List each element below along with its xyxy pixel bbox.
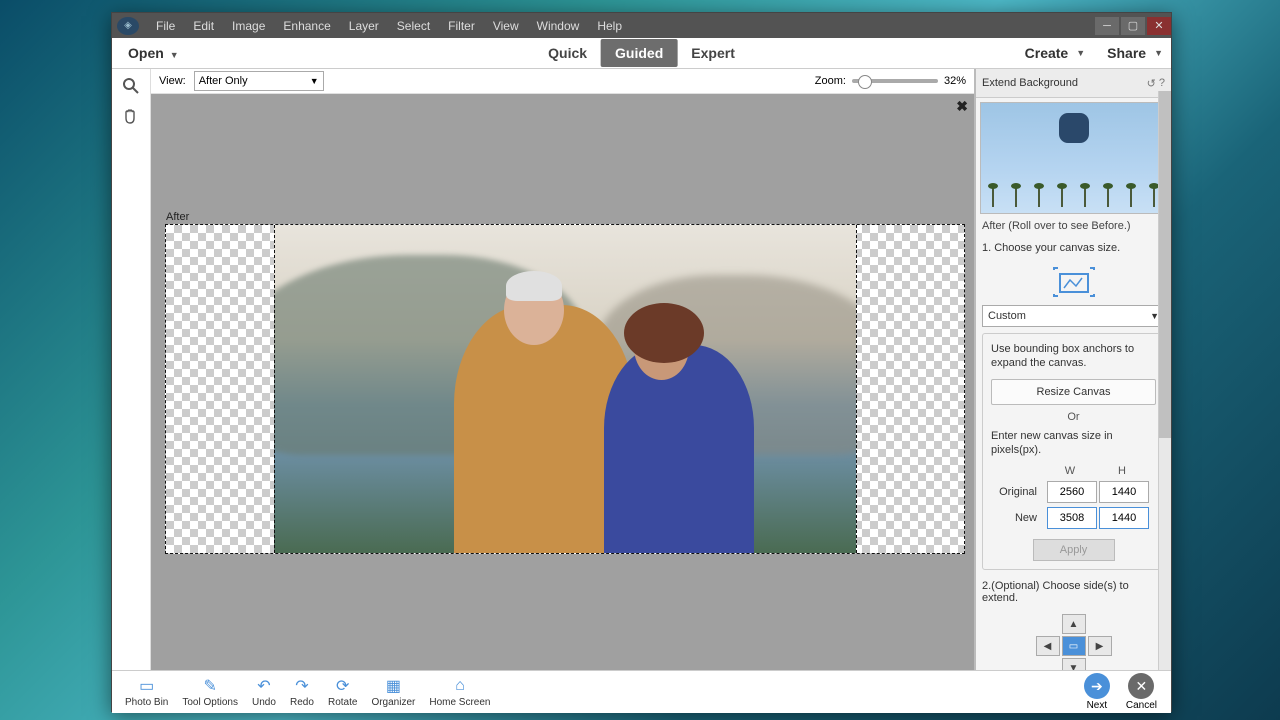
mode-bar: Open▼ Quick Guided Expert Create ▼ Share ▼ [112,38,1171,69]
menu-bar: File Edit Image Enhance Layer Select Fil… [147,15,631,37]
tool-strip [112,69,151,670]
menu-enhance[interactable]: Enhance [274,15,339,37]
new-label: New [991,512,1041,524]
extend-up-button[interactable]: ▲ [1062,614,1086,634]
panel-scrollbar[interactable] [1158,91,1171,670]
close-window-button[interactable]: ✕ [1147,17,1171,35]
mode-guided[interactable]: Guided [601,39,677,67]
extend-left-button[interactable]: ◀ [1036,636,1060,656]
zoom-value: 32% [944,75,966,87]
help-icon[interactable]: ? [1159,77,1165,90]
new-width-input[interactable] [1047,507,1097,529]
or-label: Or [991,411,1156,423]
original-left-edge [274,225,275,553]
resize-panel: Use bounding box anchors to expand the c… [982,333,1165,570]
menu-window[interactable]: Window [528,15,589,37]
original-label: Original [991,486,1041,498]
center-area: View: After Only▼ Zoom: 32% ✖ After [151,69,974,670]
photo-bin-button[interactable]: ▭Photo Bin [118,676,175,708]
new-height-input[interactable] [1099,507,1149,529]
width-header: W [1047,465,1093,477]
app-logo-icon: ◈ [117,17,139,35]
redo-button[interactable]: ↷Redo [283,676,321,708]
zoom-slider[interactable] [852,79,938,83]
organizer-icon: ▦ [381,676,405,696]
canvas-size-icon [1051,264,1096,299]
share-menu[interactable]: Share [1107,45,1146,61]
menu-layer[interactable]: Layer [340,15,388,37]
app-window: ◈ File Edit Image Enhance Layer Select F… [111,12,1172,712]
zoom-label: Zoom: [815,75,846,87]
slider-thumb[interactable] [858,75,872,89]
extend-center-button[interactable]: ▭ [1062,636,1086,656]
view-label: View: [159,75,186,87]
photo-bin-icon: ▭ [135,676,159,696]
undo-button[interactable]: ↶Undo [245,676,283,708]
menu-edit[interactable]: Edit [184,15,223,37]
height-header: H [1099,465,1145,477]
panel-title: Extend Background [982,77,1078,89]
step1-label: 1. Choose your canvas size. [976,238,1171,258]
chevron-down-icon: ▼ [1076,48,1085,58]
zoom-tool-icon[interactable] [120,75,142,97]
undo-icon: ↶ [252,676,276,696]
chevron-down-icon: ▼ [1154,48,1163,58]
view-dropdown[interactable]: After Only▼ [194,71,324,91]
enter-size-hint: Enter new canvas size in pixels(px). [991,429,1156,458]
original-width-input[interactable] [1047,481,1097,503]
chevron-down-icon: ▼ [310,76,319,86]
extend-down-button[interactable]: ▼ [1062,658,1086,670]
menu-help[interactable]: Help [588,15,631,37]
option-bar: View: After Only▼ Zoom: 32% [151,69,974,94]
mode-quick[interactable]: Quick [534,39,601,67]
preview-caption: After (Roll over to see Before.) [976,218,1171,238]
next-button[interactable]: ➔Next [1076,673,1118,711]
extend-direction-pad: ▲ ◀▭▶ ▼ [1034,614,1114,670]
original-right-edge [856,225,857,553]
menu-file[interactable]: File [147,15,184,37]
open-menu[interactable]: Open▼ [120,41,187,65]
canvas-area[interactable]: ✖ After [151,94,974,670]
cancel-button[interactable]: ✕Cancel [1118,673,1165,711]
extend-right-button[interactable]: ▶ [1088,636,1112,656]
after-label: After [166,211,189,223]
close-guided-button[interactable]: ✖ [956,98,968,115]
apply-button[interactable]: Apply [1033,539,1115,561]
bottom-bar: ▭Photo Bin ✎Tool Options ↶Undo ↷Redo ⟳Ro… [112,670,1171,713]
canvas-preset-dropdown[interactable]: Custom▼ [982,305,1165,327]
home-icon: ⌂ [448,676,472,696]
organizer-button[interactable]: ▦Organizer [364,676,422,708]
guided-panel: Extend Background ↺? After (Roll over to… [974,69,1171,670]
redo-icon: ↷ [290,676,314,696]
rotate-button[interactable]: ⟳Rotate [321,676,364,708]
hand-tool-icon[interactable] [120,105,142,127]
resize-canvas-button[interactable]: Resize Canvas [991,379,1156,405]
menu-view[interactable]: View [484,15,528,37]
mode-expert[interactable]: Expert [677,39,749,67]
image-frame[interactable] [165,224,965,554]
chevron-down-icon: ▼ [170,50,179,60]
home-screen-button[interactable]: ⌂Home Screen [422,676,497,708]
original-height-input[interactable] [1099,481,1149,503]
step2-label: 2.(Optional) Choose side(s) to extend. [976,576,1171,608]
menu-image[interactable]: Image [223,15,274,37]
before-after-preview[interactable] [980,102,1167,214]
tool-options-icon: ✎ [198,676,222,696]
create-menu[interactable]: Create [1025,45,1069,61]
scrollbar-thumb[interactable] [1159,91,1171,438]
menu-select[interactable]: Select [388,15,439,37]
minimize-button[interactable]: ─ [1095,17,1119,35]
tool-options-button[interactable]: ✎Tool Options [175,676,245,708]
title-bar: ◈ File Edit Image Enhance Layer Select F… [112,13,1171,38]
next-arrow-icon: ➔ [1084,673,1110,699]
reset-icon[interactable]: ↺ [1147,77,1156,90]
cancel-x-icon: ✕ [1128,673,1154,699]
resize-hint: Use bounding box anchors to expand the c… [991,342,1156,371]
maximize-button[interactable]: ▢ [1121,17,1145,35]
menu-filter[interactable]: Filter [439,15,484,37]
photo-content [274,225,856,553]
rotate-icon: ⟳ [331,676,355,696]
